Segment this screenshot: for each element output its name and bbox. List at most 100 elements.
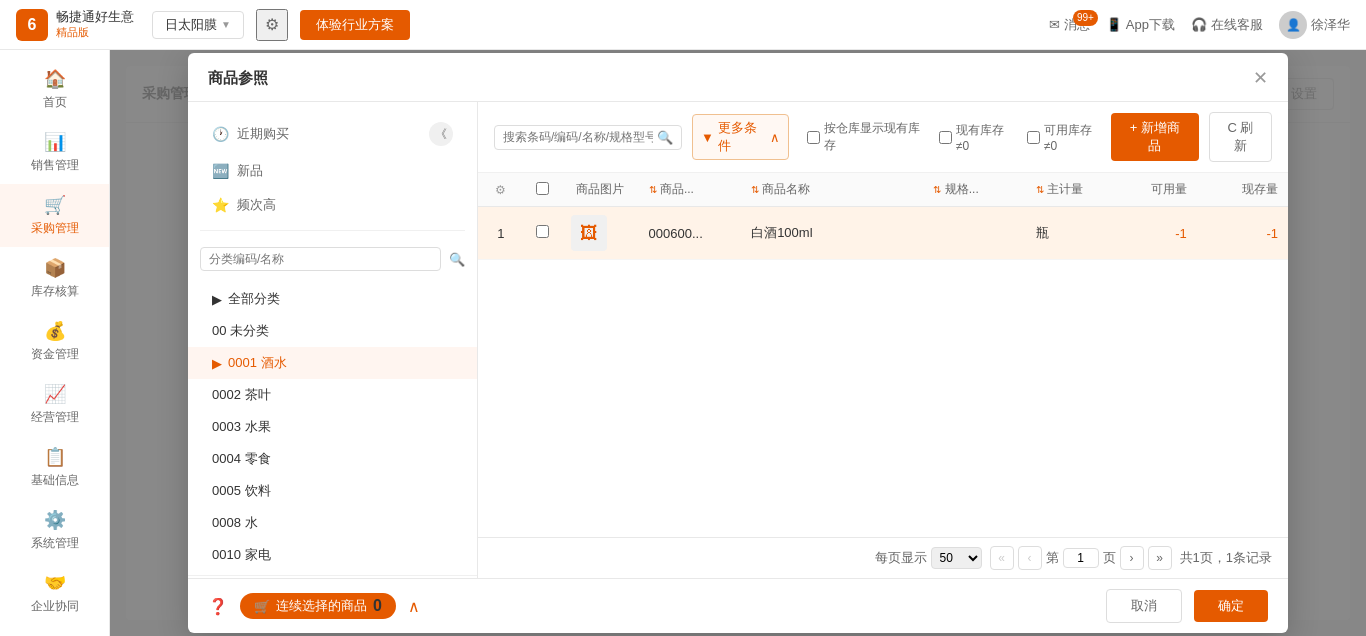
cart-area[interactable]: 🛒 连续选择的商品 0 bbox=[240, 593, 396, 619]
cat-label-all: 全部分类 bbox=[228, 290, 280, 308]
cat-item-0008[interactable]: 0008 水 bbox=[188, 507, 477, 539]
category-search-input[interactable] bbox=[200, 247, 441, 271]
refresh-button[interactable]: C 刷新 bbox=[1209, 112, 1272, 162]
sidebar-label-home: 首页 bbox=[43, 94, 67, 111]
row-spec-cell bbox=[923, 207, 1026, 260]
cat-item-0010[interactable]: 0010 家电 bbox=[188, 539, 477, 571]
col-stock-header: 现存量 bbox=[1197, 173, 1288, 207]
modal-overlay: 商品参照 ✕ 🕐 近期购买 《 bbox=[110, 50, 1366, 636]
nav-selector[interactable]: 日太阳膜 ▼ bbox=[152, 11, 244, 39]
nav-selector-label: 日太阳膜 bbox=[165, 16, 217, 34]
per-page-dropdown[interactable]: 50 20 100 bbox=[931, 547, 982, 569]
select-all-checkbox[interactable] bbox=[536, 182, 549, 195]
page-next-button[interactable]: › bbox=[1120, 546, 1144, 570]
sidebar-item-collab[interactable]: 🤝 企业协同 bbox=[0, 562, 109, 625]
modal-left-panel: 🕐 近期购买 《 🆕 新品 ⭐ 频次高 bbox=[188, 102, 478, 578]
sidebar-item-purchase[interactable]: 🛒 采购管理 bbox=[0, 184, 109, 247]
product-search-box[interactable]: 🔍 bbox=[494, 125, 682, 150]
tab-new-label: 新品 bbox=[237, 162, 263, 180]
cat-item-0002[interactable]: 0002 茶叶 bbox=[188, 379, 477, 411]
page-first-button[interactable]: « bbox=[990, 546, 1014, 570]
page-prev-button[interactable]: ‹ bbox=[1018, 546, 1042, 570]
cat-item-all[interactable]: ▶ 全部分类 bbox=[188, 283, 477, 315]
collapse-button[interactable]: 《 bbox=[429, 122, 453, 146]
experience-button[interactable]: 体验行业方案 bbox=[300, 10, 410, 40]
checkbox-avail-text: 可用库存≠0 bbox=[1044, 122, 1101, 153]
product-thumbnail: 🖼 bbox=[571, 215, 607, 251]
sidebar-item-guide[interactable]: 🎯 新手引导 bbox=[0, 625, 109, 636]
col-settings[interactable]: ⚙ bbox=[478, 173, 524, 207]
confirm-button[interactable]: 确定 bbox=[1194, 590, 1268, 622]
sidebar-item-sales[interactable]: 📊 销售管理 bbox=[0, 121, 109, 184]
sidebar-item-operations[interactable]: 📈 经营管理 bbox=[0, 373, 109, 436]
total-info: 共1页，1条记录 bbox=[1180, 549, 1272, 567]
cat-item-0003[interactable]: 0003 水果 bbox=[188, 411, 477, 443]
operations-icon: 📈 bbox=[44, 383, 66, 405]
sidebar-item-system[interactable]: ⚙️ 系统管理 bbox=[0, 499, 109, 562]
col-spec-header[interactable]: ⇅ 规格... bbox=[923, 173, 1026, 207]
close-icon[interactable]: ✕ bbox=[1253, 67, 1268, 89]
modal-body: 🕐 近期购买 《 🆕 新品 ⭐ 频次高 bbox=[188, 102, 1288, 578]
col-code-header[interactable]: ⇅ 商品... bbox=[639, 173, 742, 207]
col-unit-header[interactable]: ⇅ 主计量 bbox=[1026, 173, 1106, 207]
cat-item-0004[interactable]: 0004 零食 bbox=[188, 443, 477, 475]
sidebar-item-finance[interactable]: 💰 资金管理 bbox=[0, 310, 109, 373]
home-icon: 🏠 bbox=[44, 68, 66, 90]
image-icon: 🖼 bbox=[580, 223, 598, 244]
headset-icon: 🎧 bbox=[1191, 17, 1207, 32]
messages-link[interactable]: ✉ 消息 99+ bbox=[1049, 16, 1090, 34]
cat-item-0001[interactable]: ▶ 0001 酒水 bbox=[188, 347, 477, 379]
cat-item-00[interactable]: 00 未分类 bbox=[188, 315, 477, 347]
row-avail-cell: -1 bbox=[1106, 207, 1197, 260]
sidebar-label-operations: 经营管理 bbox=[31, 409, 79, 426]
help-icon[interactable]: ❓ bbox=[208, 597, 228, 616]
app-download-link[interactable]: 📱 App下载 bbox=[1106, 16, 1175, 34]
cat-label-00: 00 未分类 bbox=[212, 322, 269, 340]
add-product-button[interactable]: + 新增商品 bbox=[1111, 113, 1199, 161]
sidebar-item-basic-info[interactable]: 📋 基础信息 bbox=[0, 436, 109, 499]
tab-recent-label: 近期购买 bbox=[237, 125, 289, 143]
tab-high-freq[interactable]: ⭐ 频次高 bbox=[200, 188, 465, 222]
per-page-label: 每页显示 bbox=[875, 549, 927, 567]
checkbox-stock-nonzero-label[interactable]: 现有库存≠0 bbox=[939, 122, 1013, 153]
table-row[interactable]: 1 🖼 bbox=[478, 207, 1288, 260]
row-checkbox[interactable] bbox=[536, 225, 549, 238]
page-input[interactable] bbox=[1063, 548, 1099, 568]
filter-checkboxes: 按仓库显示现有库存 现有库存≠0 可用库存≠0 bbox=[807, 120, 1101, 154]
checkbox-avail-nonzero-label[interactable]: 可用库存≠0 bbox=[1027, 122, 1101, 153]
user-profile-link[interactable]: 👤 徐泽华 bbox=[1279, 11, 1350, 39]
cat-item-0005[interactable]: 0005 饮料 bbox=[188, 475, 477, 507]
settings-icon[interactable]: ⚙ bbox=[256, 9, 288, 41]
product-search-input[interactable] bbox=[503, 130, 653, 144]
chevron-up-icon: ∧ bbox=[770, 130, 780, 145]
cat-label-0008: 0008 水 bbox=[212, 514, 258, 532]
collapse-icon[interactable]: ∧ bbox=[408, 597, 420, 616]
col-image-header: 商品图片 bbox=[561, 173, 638, 207]
checkbox-stock-nonzero[interactable] bbox=[939, 131, 952, 144]
category-search: 🔍 bbox=[188, 239, 477, 279]
modal-title: 商品参照 bbox=[208, 69, 268, 88]
page-last-button[interactable]: » bbox=[1148, 546, 1172, 570]
row-checkbox-cell[interactable] bbox=[524, 207, 562, 260]
arrow-icon: ▶ bbox=[212, 292, 222, 307]
tab-new-products[interactable]: 🆕 新品 bbox=[200, 154, 465, 188]
online-service-link[interactable]: 🎧 在线客服 bbox=[1191, 16, 1263, 34]
modal-header: 商品参照 ✕ bbox=[188, 53, 1288, 102]
tab-recent-purchase[interactable]: 🕐 近期购买 《 bbox=[200, 114, 465, 154]
page-size-select[interactable]: 每页显示 50 20 100 bbox=[875, 547, 982, 569]
filter-label: 更多条件 bbox=[718, 119, 766, 155]
search-submit-icon[interactable]: 🔍 bbox=[657, 130, 673, 145]
checkbox-warehouse[interactable] bbox=[807, 131, 820, 144]
filter-button[interactable]: ▼ 更多条件 ∧ bbox=[692, 114, 789, 160]
sidebar-item-home[interactable]: 🏠 首页 bbox=[0, 58, 109, 121]
sidebar-item-inventory[interactable]: 📦 库存核算 bbox=[0, 247, 109, 310]
search-icon[interactable]: 🔍 bbox=[449, 252, 465, 267]
checkbox-warehouse-label[interactable]: 按仓库显示现有库存 bbox=[807, 120, 925, 154]
cancel-button[interactable]: 取消 bbox=[1106, 589, 1182, 623]
messages-badge: 99+ bbox=[1073, 10, 1098, 26]
col-name-header[interactable]: ⇅ 商品名称 bbox=[741, 173, 923, 207]
product-reference-modal: 商品参照 ✕ 🕐 近期购买 《 bbox=[188, 53, 1288, 633]
checkbox-avail-nonzero[interactable] bbox=[1027, 131, 1040, 144]
sort-unit-icon: ⇅ bbox=[1036, 184, 1044, 195]
finance-icon: 💰 bbox=[44, 320, 66, 342]
